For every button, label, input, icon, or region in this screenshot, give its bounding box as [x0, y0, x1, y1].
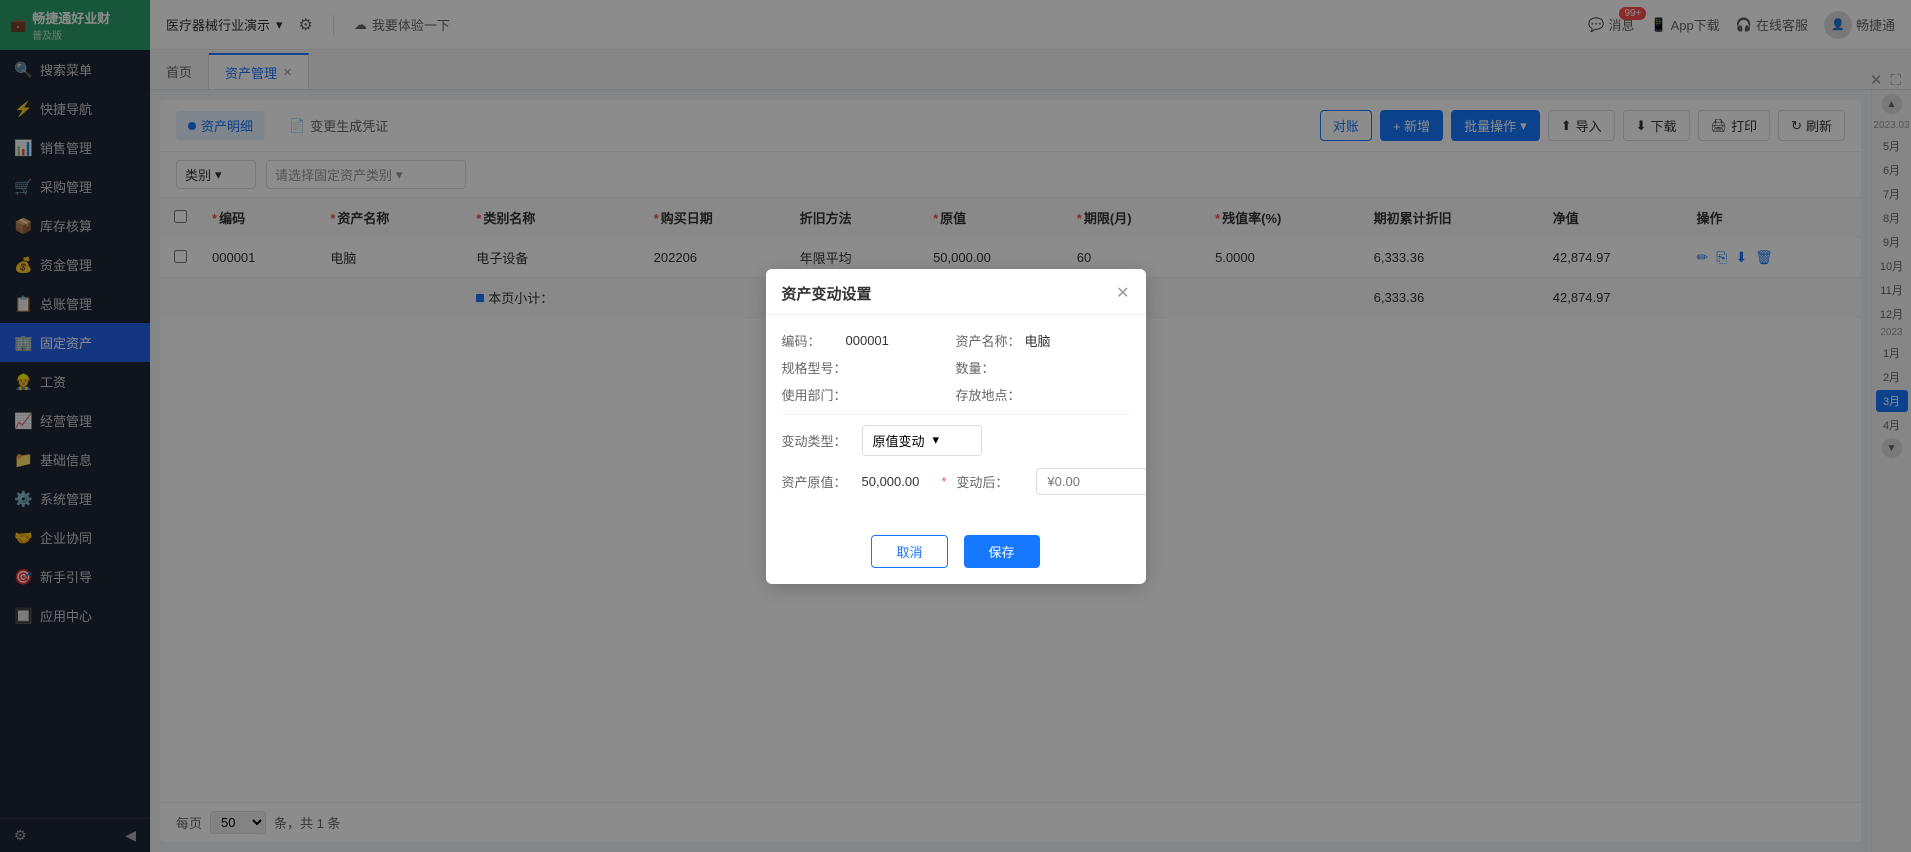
modal-name-label: 资产名称：: [956, 331, 1021, 350]
modal-after-input[interactable]: [1036, 468, 1145, 495]
modal-cancel-button[interactable]: 取消: [871, 535, 947, 568]
modal-info-left: 编码： 000001 规格型号： 使用部门：: [782, 331, 956, 404]
modal-header: 资产变动设置 ✕: [766, 269, 1146, 315]
modal-change-type-value: 原值变动: [873, 431, 925, 450]
modal-name-field: 资产名称： 电脑: [956, 331, 1130, 350]
modal-after-label: 变动后：: [956, 472, 1026, 491]
modal-info-right: 资产名称： 电脑 数量： 存放地点：: [956, 331, 1130, 404]
modal-spec-label: 规格型号：: [782, 358, 847, 377]
modal-info-section: 编码： 000001 规格型号： 使用部门： 资产名称： 电: [782, 331, 1130, 404]
modal-close-button[interactable]: ✕: [1116, 283, 1129, 303]
modal-name-value: 电脑: [1025, 331, 1051, 350]
modal-dept-field: 使用部门：: [782, 385, 956, 404]
modal-footer: 取消 保存: [766, 523, 1146, 584]
modal-dept-label: 使用部门：: [782, 385, 847, 404]
modal-change-type-label: 变动类型：: [782, 431, 852, 450]
modal-asset-value-row: 资产原值： 50,000.00 * 变动后：: [782, 468, 1130, 495]
modal-quantity-field: 数量：: [956, 358, 1130, 377]
modal-location-field: 存放地点：: [956, 385, 1130, 404]
modal-change-type-row: 变动类型： 原值变动 ▾: [782, 425, 1130, 456]
modal-required-star: *: [941, 474, 946, 489]
modal-select-dropdown-icon: ▾: [933, 432, 940, 448]
modal-overlay[interactable]: 资产变动设置 ✕ 编码： 000001 规格型号： 使用部门：: [0, 0, 1911, 852]
modal-asset-value-label: 资产原值：: [782, 472, 852, 491]
modal-spec-field: 规格型号：: [782, 358, 956, 377]
modal-asset-value: 50,000.00: [862, 474, 920, 489]
modal-title: 资产变动设置: [782, 283, 872, 304]
modal-body: 编码： 000001 规格型号： 使用部门： 资产名称： 电: [766, 315, 1146, 523]
modal-code-field: 编码： 000001: [782, 331, 956, 350]
modal-divider: [782, 414, 1130, 415]
modal-code-value: 000001: [846, 333, 889, 348]
asset-change-modal: 资产变动设置 ✕ 编码： 000001 规格型号： 使用部门：: [766, 269, 1146, 584]
modal-code-label: 编码：: [782, 331, 842, 350]
modal-location-label: 存放地点：: [956, 385, 1021, 404]
modal-quantity-label: 数量：: [956, 358, 1016, 377]
modal-save-button[interactable]: 保存: [964, 535, 1040, 568]
modal-change-type-select[interactable]: 原值变动 ▾: [862, 425, 982, 456]
